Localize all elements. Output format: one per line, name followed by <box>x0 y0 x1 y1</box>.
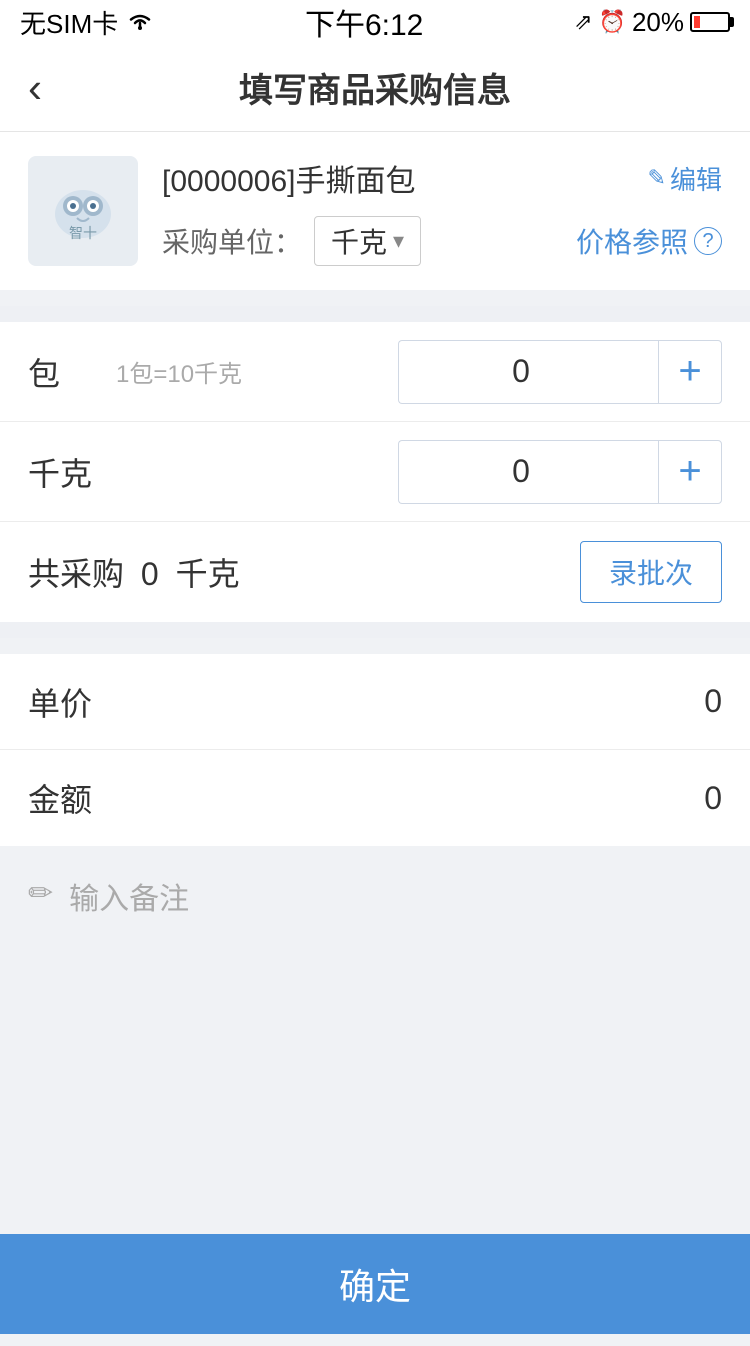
kg-input-row: 千克 + <box>0 422 750 522</box>
unit-price-label: 单价 <box>28 679 92 725</box>
section-divider-1 <box>0 306 750 322</box>
amount-row: 金额 0 <box>0 750 750 846</box>
status-right: ⇗ ⏰ 20% <box>574 7 730 38</box>
product-image: 智十 <box>28 156 138 266</box>
amount-value: 0 <box>704 780 722 817</box>
edit-button[interactable]: ✎ 编辑 <box>648 160 722 197</box>
dropdown-icon: ▾ <box>393 228 404 254</box>
alarm-icon: ⏰ <box>599 9 626 35</box>
bag-label: 包 <box>28 349 108 395</box>
bag-plus-button[interactable]: + <box>658 340 722 404</box>
notes-placeholder: 输入备注 <box>69 874 189 918</box>
product-full-name: [0000006]手撕面包 <box>162 156 415 200</box>
summary-text: 共采购 0 千克 <box>28 549 240 595</box>
status-left: 无SIM卡 <box>20 4 154 41</box>
unit-selector[interactable]: 千克 ▾ <box>314 216 421 266</box>
battery-percent: 20% <box>632 7 684 38</box>
time-display: 下午6:12 <box>305 0 423 44</box>
price-section: 单价 0 金额 0 <box>0 654 750 846</box>
input-section: 包 1包=10千克 + 千克 + <box>0 322 750 522</box>
product-unit-row: 采购单位： 千克 ▾ 价格参照 ? <box>162 216 722 266</box>
amount-label: 金额 <box>28 775 92 821</box>
back-icon: ‹ <box>28 67 42 109</box>
bag-input-wrap: + <box>398 340 722 404</box>
section-divider-2 <box>0 622 750 638</box>
price-ref-button[interactable]: 价格参照 ? <box>576 221 722 261</box>
bag-input[interactable] <box>398 340 658 404</box>
batch-button[interactable]: 录批次 <box>580 541 722 603</box>
help-icon: ? <box>694 227 722 255</box>
kg-label: 千克 <box>28 449 108 495</box>
summary-amount: 0 <box>141 556 159 592</box>
product-card: 智十 [0000006]手撕面包 ✎ 编辑 采购单位： 千克 ▾ 价格参照 ? <box>0 132 750 290</box>
confirm-button[interactable]: 确定 <box>0 1234 750 1334</box>
back-button[interactable]: ‹ <box>28 67 42 109</box>
product-name-row: [0000006]手撕面包 ✎ 编辑 <box>162 156 722 200</box>
unit-label: 采购单位： <box>162 221 302 261</box>
svg-text:智十: 智十 <box>69 225 97 241</box>
kg-input-wrap: + <box>398 440 722 504</box>
wifi-icon <box>126 7 154 38</box>
location-icon: ⇗ <box>574 9 592 35</box>
pencil-icon: ✏ <box>28 876 53 911</box>
product-info: [0000006]手撕面包 ✎ 编辑 采购单位： 千克 ▾ 价格参照 ? <box>162 156 722 266</box>
carrier-label: 无SIM卡 <box>20 4 118 41</box>
status-bar: 无SIM卡 下午6:12 ⇗ ⏰ 20% <box>0 0 750 44</box>
edit-icon: ✎ <box>648 165 666 191</box>
page-title: 填写商品采购信息 <box>239 63 511 112</box>
bag-sub-label: 1包=10千克 <box>116 354 242 389</box>
battery-icon <box>690 12 730 32</box>
notes-section[interactable]: ✏ 输入备注 <box>0 846 750 1046</box>
kg-plus-button[interactable]: + <box>658 440 722 504</box>
kg-input[interactable] <box>398 440 658 504</box>
summary-row: 共采购 0 千克 录批次 <box>0 522 750 622</box>
unit-price-row: 单价 0 <box>0 654 750 750</box>
confirm-button-label: 确定 <box>339 1258 411 1310</box>
unit-price-value: 0 <box>704 683 722 720</box>
bag-input-row: 包 1包=10千克 + <box>0 322 750 422</box>
nav-bar: ‹ 填写商品采购信息 <box>0 44 750 132</box>
